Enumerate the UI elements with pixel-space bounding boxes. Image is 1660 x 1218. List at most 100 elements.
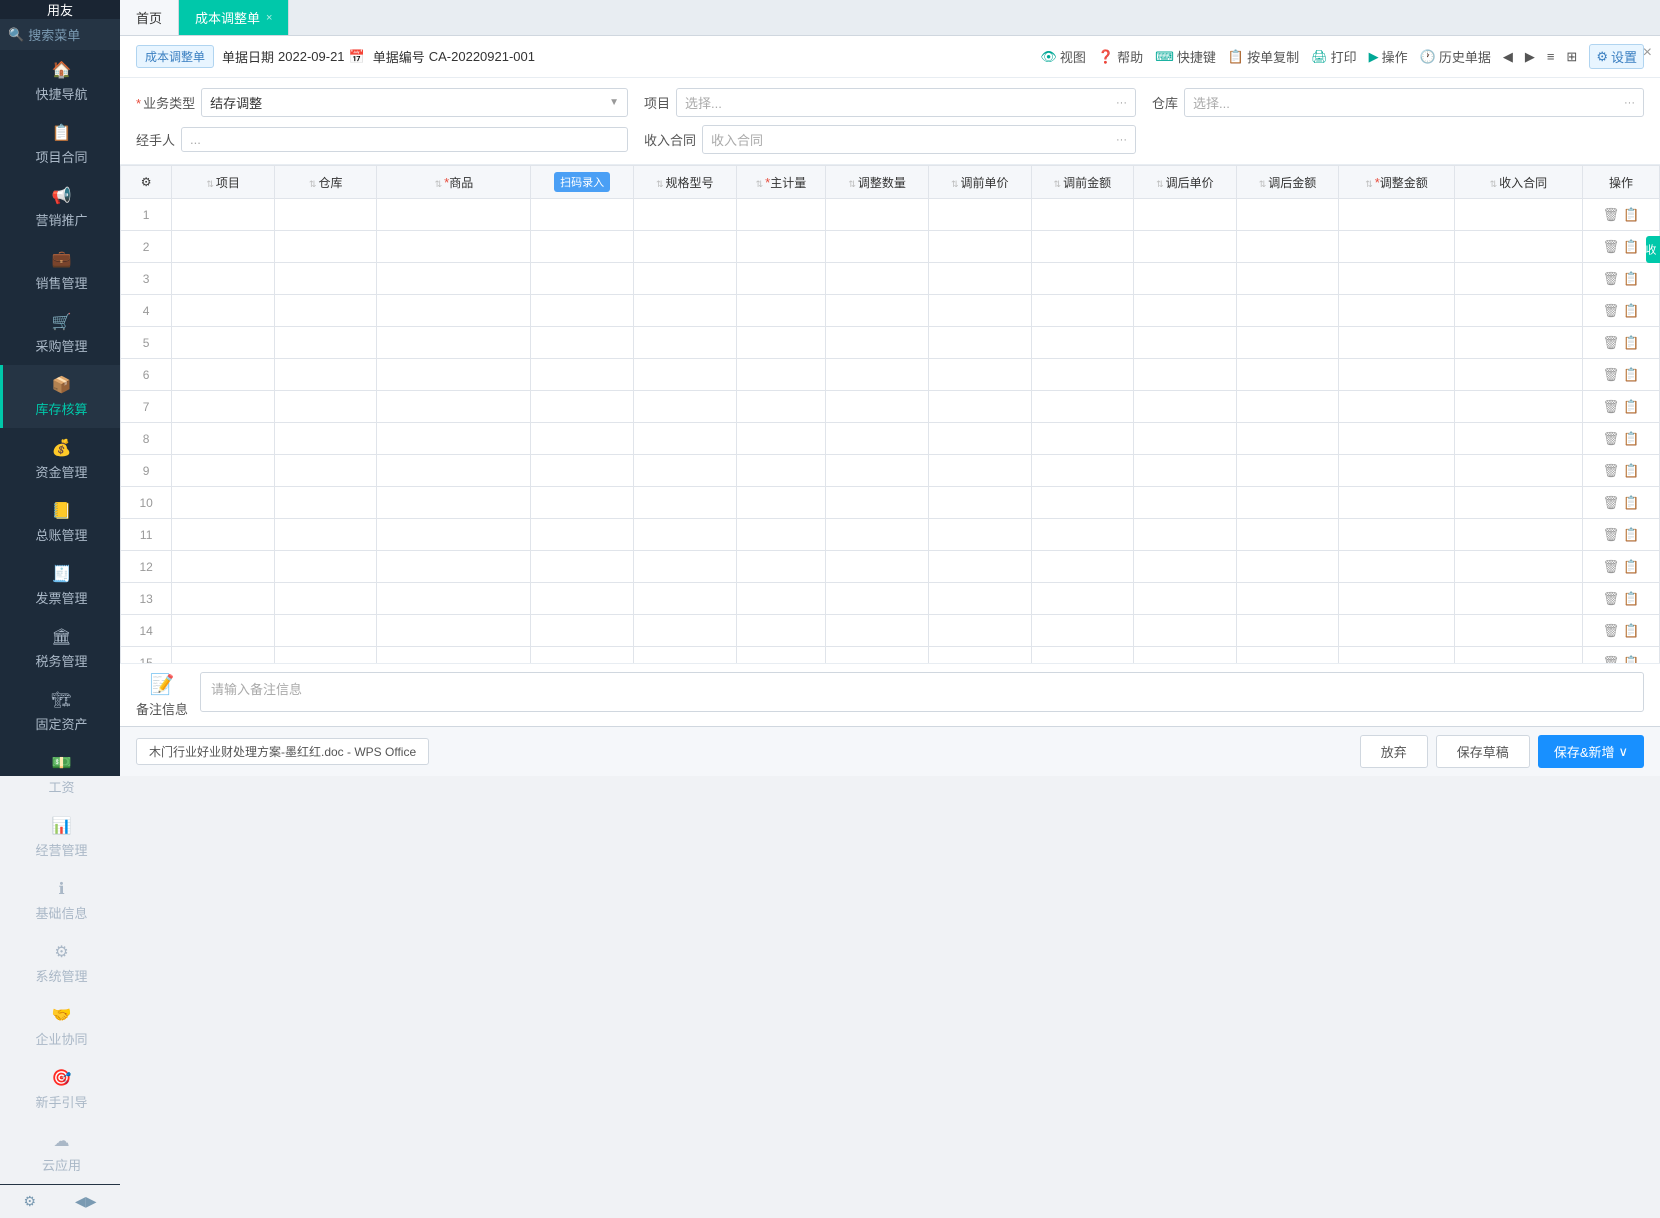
prev-price-cell[interactable] [928,391,1031,423]
after-amount-cell[interactable] [1236,391,1339,423]
sidebar-item-purchase-mgmt[interactable]: 🛒 采购管理 [0,302,120,365]
col-adj-amount-header[interactable]: ⇅*调整金额 [1339,166,1454,199]
delete-row-icon[interactable]: 🗑 [1603,559,1620,575]
save-draft-button[interactable]: 保存草稿 [1436,735,1530,768]
adj-amount-cell[interactable] [1339,551,1454,583]
income-contract-cell[interactable] [1454,455,1582,487]
col-after-amount-header[interactable]: ⇅调后金额 [1236,166,1339,199]
scan-cell[interactable] [531,327,634,359]
after-price-cell[interactable] [1134,231,1237,263]
biz-type-input[interactable]: 结存调整 ▼ [201,88,628,117]
prev-price-cell[interactable] [928,647,1031,664]
spec-cell[interactable] [633,583,736,615]
spec-cell[interactable] [633,455,736,487]
spec-cell[interactable] [633,423,736,455]
scan-cell[interactable] [531,551,634,583]
action-settings[interactable]: ⚙ 设置 [1589,44,1644,69]
prev-amount-cell[interactable] [1031,487,1134,519]
project-cell[interactable] [172,519,275,551]
delete-row-icon[interactable]: 🗑 [1603,335,1620,351]
delete-row-icon[interactable]: 🗑 [1603,463,1620,479]
handler-input[interactable]: ... [181,127,628,152]
main-unit-cell[interactable] [736,295,826,327]
copy-row-icon[interactable]: 📋 [1623,207,1639,223]
warehouse-cell[interactable] [274,391,377,423]
action-print[interactable]: 🖨打印 [1311,47,1357,66]
delete-row-icon[interactable]: 🗑 [1603,303,1620,319]
after-amount-cell[interactable] [1236,295,1339,327]
income-contract-cell[interactable] [1454,359,1582,391]
sidebar-item-salary[interactable]: 💵 工资 [0,743,120,806]
scan-cell[interactable] [531,391,634,423]
main-unit-cell[interactable] [736,455,826,487]
delete-row-icon[interactable]: 🗑 [1603,239,1620,255]
prev-amount-cell[interactable] [1031,647,1134,664]
sidebar-item-inventory-calc[interactable]: 📦 库存核算 [0,365,120,428]
col-project-header[interactable]: ⇅项目 [172,166,275,199]
spec-cell[interactable] [633,487,736,519]
adj-amount-cell[interactable] [1339,455,1454,487]
delete-row-icon[interactable]: 🗑 [1603,527,1620,543]
spec-cell[interactable] [633,295,736,327]
warehouse-cell[interactable] [274,551,377,583]
delete-row-icon[interactable]: 🗑 [1603,207,1620,223]
copy-row-icon[interactable]: 📋 [1623,559,1639,575]
after-price-cell[interactable] [1134,295,1237,327]
scan-cell[interactable] [531,199,634,231]
after-amount-cell[interactable] [1236,231,1339,263]
main-unit-cell[interactable] [736,647,826,664]
adj-qty-cell[interactable] [826,647,929,664]
after-amount-cell[interactable] [1236,551,1339,583]
after-price-cell[interactable] [1134,199,1237,231]
action-shortcut[interactable]: ⌨快捷键 [1155,47,1216,66]
goods-cell[interactable] [377,327,531,359]
after-amount-cell[interactable] [1236,327,1339,359]
project-ellipsis-icon[interactable]: ··· [1116,97,1127,109]
after-amount-cell[interactable] [1236,423,1339,455]
project-cell[interactable] [172,583,275,615]
adj-amount-cell[interactable] [1339,583,1454,615]
scan-cell[interactable] [531,295,634,327]
save-new-button[interactable]: 保存&新增 ∨ [1538,735,1644,768]
spec-cell[interactable] [633,551,736,583]
goods-cell[interactable] [377,455,531,487]
tab-close-icon[interactable]: × [266,12,272,24]
warehouse-cell[interactable] [274,519,377,551]
prev-price-cell[interactable] [928,359,1031,391]
action-view[interactable]: 👁视图 [1040,47,1086,66]
warehouse-ellipsis-icon[interactable]: ··· [1624,97,1635,109]
prev-amount-cell[interactable] [1031,199,1134,231]
adj-qty-cell[interactable] [826,551,929,583]
prev-price-cell[interactable] [928,583,1031,615]
green-side-tab[interactable]: 收 [1646,236,1660,263]
save-new-dropdown-icon[interactable]: ∨ [1618,744,1628,760]
col-income-contract-header[interactable]: ⇅收入合同 [1454,166,1582,199]
copy-row-icon[interactable]: 📋 [1623,271,1639,287]
copy-row-icon[interactable]: 📋 [1623,367,1639,383]
project-cell[interactable] [172,359,275,391]
warehouse-cell[interactable] [274,455,377,487]
adj-amount-cell[interactable] [1339,327,1454,359]
action-nav-next[interactable]: ▶ [1525,49,1535,65]
prev-price-cell[interactable] [928,423,1031,455]
sidebar-item-basic-info[interactable]: ℹ 基础信息 [0,869,120,932]
prev-price-cell[interactable] [928,615,1031,647]
prev-amount-cell[interactable] [1031,551,1134,583]
spec-cell[interactable] [633,263,736,295]
prev-amount-cell[interactable] [1031,231,1134,263]
spec-cell[interactable] [633,519,736,551]
adj-qty-cell[interactable] [826,327,929,359]
action-help[interactable]: ❓帮助 [1098,47,1143,66]
scan-cell[interactable] [531,423,634,455]
income-contract-cell[interactable] [1454,327,1582,359]
sidebar-item-finance-mgmt[interactable]: 💰 资金管理 [0,428,120,491]
main-unit-cell[interactable] [736,519,826,551]
project-cell[interactable] [172,327,275,359]
discard-button[interactable]: 放弃 [1360,735,1428,768]
prev-amount-cell[interactable] [1031,263,1134,295]
settings-bottom-icon[interactable]: ⚙ [23,1193,36,1210]
scan-cell[interactable] [531,359,634,391]
prev-price-cell[interactable] [928,519,1031,551]
main-unit-cell[interactable] [736,327,826,359]
goods-cell[interactable] [377,647,531,664]
